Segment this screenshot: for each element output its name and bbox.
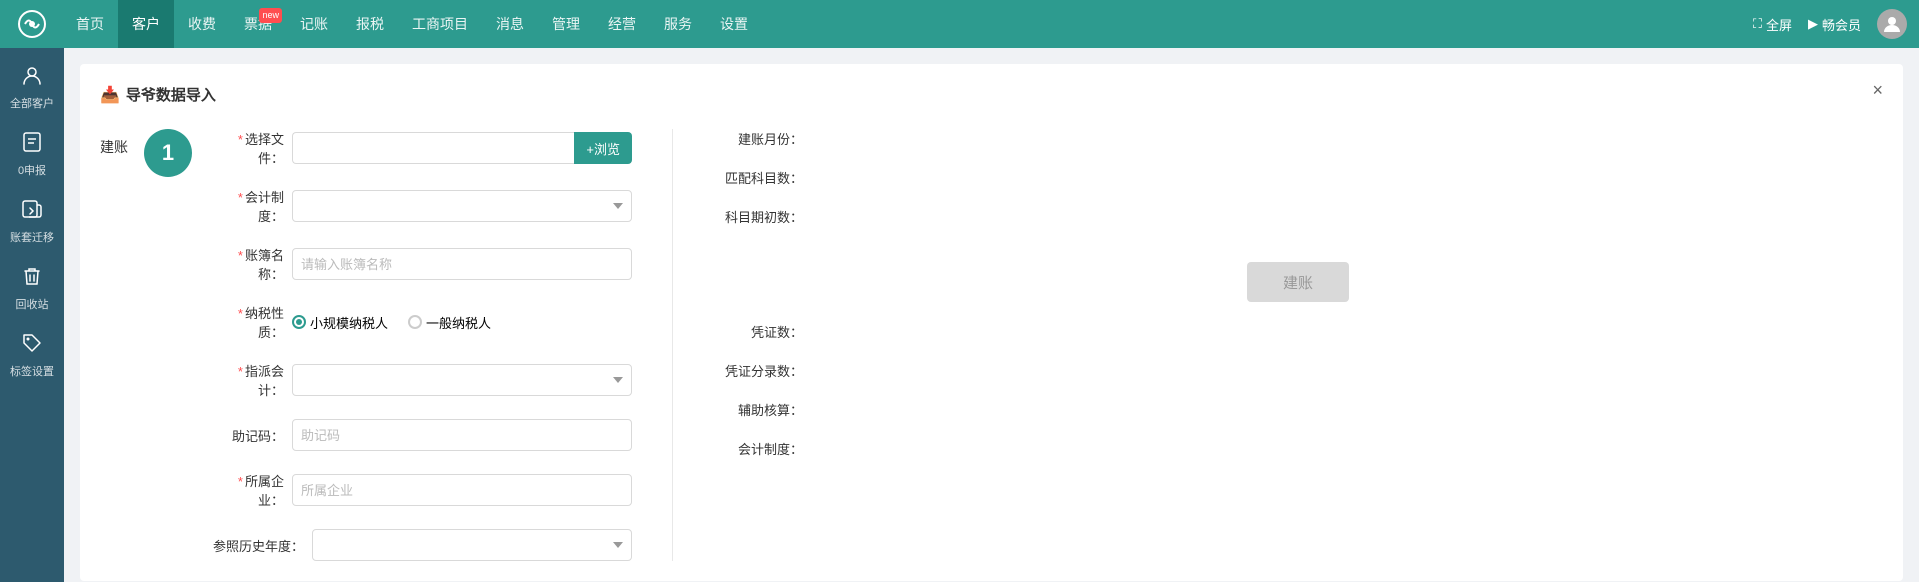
voucher-count-label: 凭证数：	[713, 322, 803, 341]
voucher-count-row: 凭证数：	[713, 322, 1883, 341]
history-year-label: 参照历史年度：	[212, 536, 312, 555]
subject-initial-row: 科目期初数：	[713, 207, 1883, 226]
fullscreen-label: 全屏	[1766, 15, 1792, 34]
nav-operation[interactable]: 经营	[594, 0, 650, 48]
accounting-system-row: *会计制度：	[212, 187, 632, 225]
history-year-row: 参照历史年度：	[212, 529, 632, 561]
nav-customer[interactable]: 客户	[118, 0, 174, 48]
declaration-icon	[21, 131, 43, 158]
form-right: 建账月份： 匹配科目数： 科目期初数： 建账	[713, 129, 1883, 561]
aux-accounting-row: 辅助核算：	[713, 400, 1883, 419]
radio-general[interactable]: 一般纳税人	[408, 313, 491, 332]
form-left: *选择文件： +浏览 *会计制度：	[212, 129, 632, 561]
right-info-column: 建账月份： 匹配科目数： 科目期初数： 建账	[713, 129, 1883, 458]
radio-dot-unselected	[408, 315, 422, 329]
right-accounting-system-row: 会计制度：	[713, 439, 1883, 458]
browse-button[interactable]: +浏览	[574, 132, 632, 164]
accountant-row: *指派会计：	[212, 361, 632, 399]
top-navigation: 首页 客户 收费 票据 new 记账 报税 工商项目 消息 管理 经营 服务 设…	[0, 0, 1919, 48]
nav-fee[interactable]: 收费	[174, 0, 230, 48]
accountant-label: *指派会计：	[212, 361, 292, 399]
file-row: *选择文件： +浏览	[212, 129, 632, 167]
company-row: *所属企业：	[212, 471, 632, 509]
ledger-name-input[interactable]	[292, 248, 632, 280]
import-icon: 📥	[100, 85, 120, 105]
nav-service[interactable]: 服务	[650, 0, 706, 48]
history-year-select[interactable]	[312, 529, 632, 561]
tax-type-row: *纳税性质： 小规模纳税人 一般纳税人	[212, 303, 632, 341]
nav-settings[interactable]: 设置	[706, 0, 762, 48]
new-badge: new	[259, 8, 282, 23]
avatar[interactable]	[1877, 9, 1907, 39]
file-input-group: +浏览	[292, 132, 632, 164]
main-content: 📥 导爷数据导入 × 建账 1 *选择文件：	[64, 48, 1919, 582]
right-accounting-system-label: 会计制度：	[713, 439, 803, 458]
sidebar-item-declaration[interactable]: 0申报	[0, 123, 64, 186]
nav-accounting[interactable]: 记账	[286, 0, 342, 48]
fullscreen-icon: ⛶	[1753, 16, 1762, 32]
panel-title: 📥 导爷数据导入	[100, 84, 1883, 105]
nav-right: ⛶ 全屏 ▶ 畅会员	[1753, 9, 1907, 39]
file-label: *选择文件：	[212, 129, 292, 167]
close-button[interactable]: ×	[1872, 80, 1883, 101]
sidebar: 全部客户 0申报 账套迁移 回收站	[0, 48, 64, 582]
member-button[interactable]: ▶ 畅会员	[1808, 15, 1861, 34]
accounting-system-label: *会计制度：	[212, 187, 292, 225]
step-circle: 1	[144, 129, 192, 177]
accountant-select[interactable]	[292, 364, 632, 396]
nav-menu: 首页 客户 收费 票据 new 记账 报税 工商项目 消息 管理 经营 服务 设…	[62, 0, 1753, 48]
logo	[12, 4, 52, 44]
sidebar-item-recycle[interactable]: 回收站	[0, 257, 64, 320]
accounting-system-select[interactable]	[292, 190, 632, 222]
sidebar-label-migration: 账套迁移	[10, 229, 54, 245]
ledger-name-label: *账簿名称：	[212, 245, 292, 283]
file-input[interactable]	[292, 132, 574, 164]
memo-code-row: 助记码：	[212, 419, 632, 451]
nav-business[interactable]: 工商项目	[398, 0, 482, 48]
sidebar-item-migration[interactable]: 账套迁移	[0, 190, 64, 253]
voucher-records-label: 凭证分录数：	[713, 361, 803, 380]
radio-small-scale[interactable]: 小规模纳税人	[292, 313, 388, 332]
sidebar-item-all-customers[interactable]: 全部客户	[0, 56, 64, 119]
tag-icon	[21, 332, 43, 359]
customer-icon	[21, 64, 43, 91]
nav-tax[interactable]: 报税	[342, 0, 398, 48]
match-subjects-label: 匹配科目数：	[713, 168, 803, 187]
sidebar-item-tags[interactable]: 标签设置	[0, 324, 64, 387]
form-divider	[672, 129, 673, 561]
step-label: 建账	[100, 137, 128, 157]
tax-type-label: *纳税性质：	[212, 303, 292, 341]
build-button-wrapper: 建账	[713, 246, 1883, 302]
aux-accounting-label: 辅助核算：	[713, 400, 803, 419]
company-input[interactable]	[292, 474, 632, 506]
build-button[interactable]: 建账	[1247, 262, 1349, 302]
nav-manage[interactable]: 管理	[538, 0, 594, 48]
ledger-name-row: *账簿名称：	[212, 245, 632, 283]
match-subjects-row: 匹配科目数：	[713, 168, 1883, 187]
migration-icon	[21, 198, 43, 225]
sidebar-label-tags: 标签设置	[10, 363, 54, 379]
nav-home[interactable]: 首页	[62, 0, 118, 48]
radio-dot-selected	[292, 315, 306, 329]
memo-code-label: 助记码：	[212, 426, 292, 445]
build-month-label: 建账月份：	[713, 129, 803, 148]
memo-code-input[interactable]	[292, 419, 632, 451]
fullscreen-button[interactable]: ⛶ 全屏	[1753, 15, 1792, 34]
tax-type-radio-group: 小规模纳税人 一般纳税人	[292, 313, 491, 332]
member-label: 畅会员	[1822, 15, 1861, 34]
step-section: 建账 1	[100, 129, 212, 561]
company-label: *所属企业：	[212, 471, 292, 509]
nav-ticket[interactable]: 票据 new	[230, 0, 286, 48]
sidebar-label-customers: 全部客户	[10, 95, 54, 111]
subject-initial-label: 科目期初数：	[713, 207, 803, 226]
member-icon: ▶	[1808, 16, 1818, 32]
form-container: 建账 1 *选择文件： +浏览	[100, 129, 1883, 561]
nav-message[interactable]: 消息	[482, 0, 538, 48]
sidebar-label-declaration: 0申报	[18, 162, 46, 178]
trash-icon	[21, 265, 43, 292]
build-month-row: 建账月份：	[713, 129, 1883, 148]
voucher-records-row: 凭证分录数：	[713, 361, 1883, 380]
import-panel: 📥 导爷数据导入 × 建账 1 *选择文件：	[80, 64, 1903, 581]
sidebar-label-recycle: 回收站	[16, 296, 49, 312]
